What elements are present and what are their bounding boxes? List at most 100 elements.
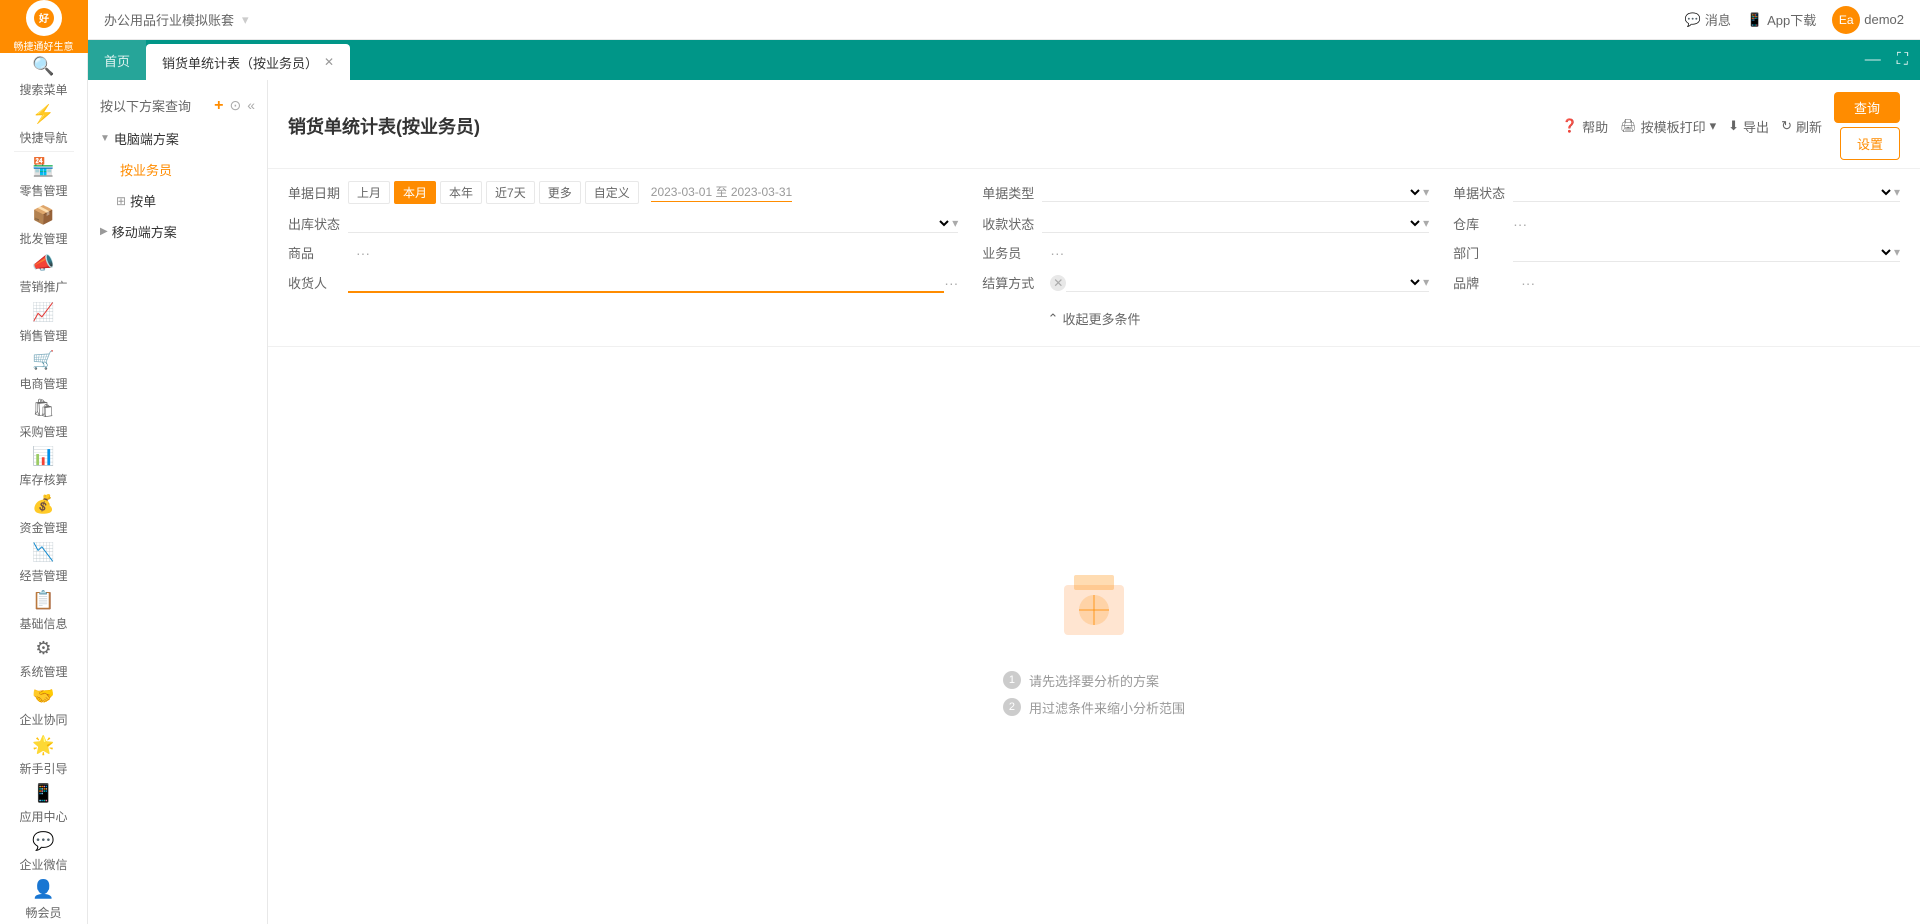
user-avatar: Ea: [1832, 6, 1860, 34]
main: 办公用品行业模拟账套 ▾ 💬 消息 📱 App下载 Ea demo2 首页 销货…: [88, 0, 1920, 924]
settlement-label: 结算方式: [982, 273, 1042, 292]
refresh-button[interactable]: ↻ 刷新: [1781, 117, 1822, 136]
tree-item-pc[interactable]: ▼ 电脑端方案: [88, 123, 267, 154]
query-button[interactable]: 查询: [1834, 92, 1900, 123]
order-type-label: 单据类型: [982, 183, 1042, 202]
help-button[interactable]: ❓ 帮助: [1562, 117, 1608, 136]
wholesale-icon: 📦: [32, 205, 54, 226]
add-scheme-button[interactable]: +: [214, 97, 223, 115]
stock-out-chevron-icon: ▾: [952, 216, 958, 230]
goods-dots-icon[interactable]: ···: [356, 245, 370, 261]
filter-collection: 收款状态 ▾: [982, 214, 1429, 233]
sidebar-item-apps[interactable]: 📱 应用中心: [0, 780, 88, 828]
collapse-filters-button[interactable]: ⌃ 收起更多条件: [288, 303, 1900, 334]
settlement-select[interactable]: ▾: [1066, 274, 1429, 292]
collection-dropdown[interactable]: [1042, 215, 1423, 232]
template-print-button[interactable]: 🖨 按模板打印 ▾: [1620, 117, 1716, 136]
sidebar-item-label: 系统管理: [19, 663, 67, 680]
receiver-input[interactable]: [348, 272, 944, 293]
sidebar-item-label: 企业协同: [19, 711, 67, 728]
template-print-label: 按模板打印: [1641, 117, 1706, 136]
filter-goods: 商品 ···: [288, 243, 958, 262]
breadcrumb-text: 办公用品行业模拟账套: [104, 10, 234, 29]
download-button[interactable]: 📱 App下载: [1747, 10, 1816, 29]
receiver-dots-icon[interactable]: ···: [944, 275, 958, 291]
tree-child-label: 按业务员: [120, 160, 172, 179]
logo-text: 畅捷通好生意: [14, 38, 74, 53]
tab-home[interactable]: 首页: [88, 40, 146, 80]
user-menu[interactable]: Ea demo2: [1832, 6, 1904, 34]
date-last-month[interactable]: 上月: [348, 181, 390, 204]
sidebar-item-operations[interactable]: 📉 经营管理: [0, 539, 88, 587]
department-chevron-icon: ▾: [1894, 245, 1900, 259]
sidebar-item-retail[interactable]: 🏪 零售管理: [0, 154, 88, 202]
stock-out-dropdown[interactable]: [348, 215, 952, 232]
collapse-label: 收起更多条件: [1062, 309, 1140, 328]
order-status-dropdown[interactable]: [1513, 184, 1894, 201]
date-this-month[interactable]: 本月: [394, 181, 436, 204]
tree-item-mobile[interactable]: ▶ 移动端方案: [88, 216, 267, 247]
tab-close-icon[interactable]: ✕: [324, 55, 334, 69]
retail-icon: 🏪: [32, 157, 54, 178]
stock-out-select[interactable]: ▾: [348, 215, 958, 233]
tab-sales-stat[interactable]: 销货单统计表（按业务员） ✕: [146, 44, 350, 80]
date-custom[interactable]: 自定义: [585, 181, 639, 204]
logo-icon: 好: [26, 0, 62, 36]
department-dropdown[interactable]: [1513, 244, 1894, 261]
edit-scheme-button[interactable]: ⊙: [229, 97, 241, 115]
order-type-select[interactable]: ▾: [1042, 184, 1429, 202]
help-icon: ❓: [1562, 118, 1578, 134]
empty-state: 1 请先选择要分析的方案 2 用过滤条件来缩小分析范围: [268, 347, 1920, 924]
collection-select[interactable]: ▾: [1042, 215, 1429, 233]
settlement-clear-icon[interactable]: ✕: [1050, 275, 1066, 291]
export-label: 导出: [1743, 117, 1769, 136]
order-type-dropdown[interactable]: [1042, 184, 1423, 201]
sidebar-item-search[interactable]: 🔍 搜索菜单: [0, 53, 88, 101]
tree-label: 电脑端方案: [114, 129, 179, 148]
settings-button[interactable]: 设置: [1840, 127, 1900, 160]
tab-minimize-icon[interactable]: —: [1861, 47, 1885, 73]
sidebar-divider: [14, 151, 74, 152]
salesperson-label: 业务员: [982, 243, 1042, 262]
sidebar-item-enterprise[interactable]: 🤝 企业协同: [0, 683, 88, 731]
date-this-year[interactable]: 本年: [440, 181, 482, 204]
sidebar-item-newbie[interactable]: 🌟 新手引导: [0, 731, 88, 779]
tree-item-by-order[interactable]: ⊞ 按单: [116, 185, 267, 216]
receiver-label: 收货人: [288, 273, 348, 292]
sidebar-item-wholesale[interactable]: 📦 批发管理: [0, 202, 88, 250]
collection-label: 收款状态: [982, 214, 1042, 233]
tree-collapse-icon: ▶: [100, 226, 108, 237]
left-panel-header-actions: + ⊙ «: [214, 97, 255, 115]
export-button[interactable]: ⬇ 导出: [1728, 117, 1769, 136]
sidebar-item-sales[interactable]: 📈 销售管理: [0, 298, 88, 346]
warehouse-dots-icon[interactable]: ···: [1513, 216, 1527, 232]
tab-maximize-icon[interactable]: ⛶: [1893, 47, 1912, 73]
apps-icon: 📱: [32, 783, 54, 804]
topbar-left: 办公用品行业模拟账套 ▾: [104, 10, 249, 29]
sidebar-item-purchase[interactable]: 🛍 采购管理: [0, 395, 88, 443]
sidebar-item-member[interactable]: 👤 畅会员: [0, 876, 88, 924]
empty-hint-2: 2 用过滤条件来缩小分析范围: [1003, 698, 1185, 717]
brand-dots-icon[interactable]: ···: [1521, 275, 1535, 291]
message-button[interactable]: 💬 消息: [1685, 10, 1731, 29]
date-more[interactable]: 更多: [539, 181, 581, 204]
sidebar-item-inventory[interactable]: 📊 库存核算: [0, 443, 88, 491]
sidebar-item-wechat[interactable]: 💬 企业微信: [0, 828, 88, 876]
date-last-7days[interactable]: 近7天: [486, 181, 535, 204]
sidebar-item-basic[interactable]: 📋 基础信息: [0, 587, 88, 635]
finance-icon: 💰: [32, 494, 54, 515]
sidebar-item-system[interactable]: ⚙ 系统管理: [0, 635, 88, 683]
department-select[interactable]: ▾: [1513, 244, 1900, 262]
sidebar-item-ecommerce[interactable]: 🛒 电商管理: [0, 347, 88, 395]
collapse-panel-button[interactable]: «: [247, 97, 255, 115]
settlement-chevron-icon: ▾: [1423, 275, 1429, 289]
date-buttons: 上月 本月 本年 近7天 更多 自定义 2023-03-01 至 2023-03…: [348, 181, 958, 204]
tree-item-by-salesperson[interactable]: 按业务员: [116, 154, 267, 185]
sidebar-item-label: 销售管理: [19, 327, 67, 344]
salesperson-dots-icon[interactable]: ···: [1050, 245, 1064, 261]
sidebar-item-marketing[interactable]: 📣 营销推广: [0, 250, 88, 298]
sidebar-item-finance[interactable]: 💰 资金管理: [0, 491, 88, 539]
settlement-dropdown[interactable]: [1066, 274, 1423, 291]
sidebar-item-quicknav[interactable]: ⚡ 快捷导航: [0, 101, 88, 149]
order-status-select[interactable]: ▾: [1513, 184, 1900, 202]
